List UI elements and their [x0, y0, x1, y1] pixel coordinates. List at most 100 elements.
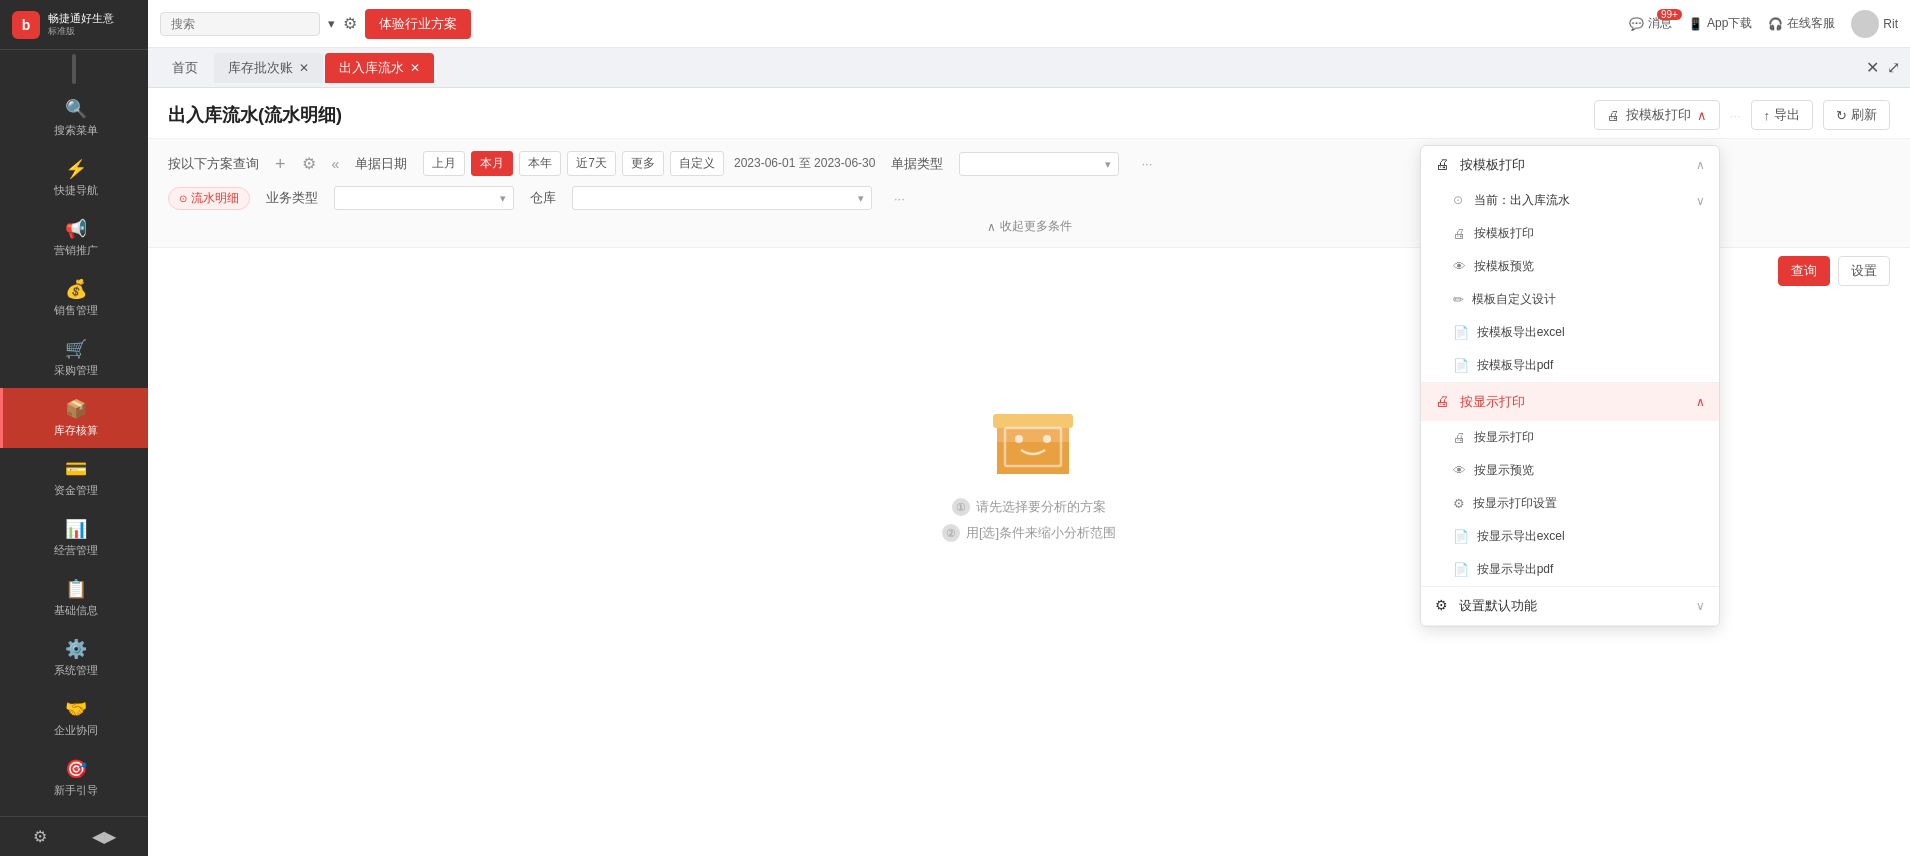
template-print-btn[interactable]: 🖨 按模板打印 ∧: [1594, 100, 1720, 130]
sidebar-item-quicknav[interactable]: ⚡ 快捷导航: [0, 148, 148, 208]
filter-scheme-label: 按以下方案查询: [168, 155, 259, 173]
chevron-down-icon: ▾: [328, 16, 335, 31]
date-custom-btn[interactable]: 自定义: [670, 151, 724, 176]
dp-excel-icon: 📄: [1453, 325, 1469, 340]
sidebar-item-collab[interactable]: 🤝 企业协同: [0, 688, 148, 748]
page-actions: 🖨 按模板打印 ∧ 🖨 按模板打印: [1594, 100, 1890, 130]
voucher-type-label: 单据类型: [891, 155, 943, 173]
printer-header-icon: 🖨: [1435, 156, 1449, 172]
sidebar-item-system[interactable]: ⚙️ 系统管理: [0, 628, 148, 688]
top-header: ▾ ⚙ 体验行业方案 💬 消息 99+ 📱 App下载 🎧 在线客服 Rit: [148, 0, 1910, 48]
sidebar-item-marketing[interactable]: 📢 营销推广: [0, 208, 148, 268]
tab-flow-label: 出入库流水: [339, 59, 404, 77]
header-search-input[interactable]: [160, 12, 320, 36]
warehouse-more[interactable]: ···: [888, 191, 911, 206]
dp-default-header[interactable]: ⚙ 设置默认功能 ∨: [1421, 587, 1719, 625]
sidebar-label-basic: 基础信息: [54, 603, 98, 618]
dp-default-arrow: ∨: [1696, 599, 1705, 613]
empty-step1-text: 请先选择要分析的方案: [976, 498, 1106, 516]
dp-template-header[interactable]: 🖨 按模板打印 ∧: [1421, 146, 1719, 184]
warehouse-label: 仓库: [530, 189, 556, 207]
online-service-btn[interactable]: 🎧 在线客服: [1768, 15, 1835, 32]
dp-display-preview-item[interactable]: 👁 按显示预览: [1421, 454, 1719, 487]
sidebar-item-basic[interactable]: 📋 基础信息: [0, 568, 148, 628]
dp-current-label: 当前：出入库流水: [1474, 193, 1570, 207]
date-7days-btn[interactable]: 近7天: [567, 151, 616, 176]
voucher-type-select[interactable]: [959, 152, 1119, 176]
tab-home[interactable]: 首页: [158, 53, 212, 83]
sidebar-item-guide[interactable]: 🎯 新手引导: [0, 748, 148, 808]
dp-pdf-icon: 📄: [1453, 358, 1469, 373]
settings-footer-icon[interactable]: ⚙: [33, 827, 47, 846]
sidebar-item-sales[interactable]: 💰 销售管理: [0, 268, 148, 328]
empty-svg: [979, 374, 1089, 484]
tab-flow-close[interactable]: ✕: [410, 61, 420, 75]
voucher-type-select-wrap: [959, 152, 1119, 176]
display-printer-icon: 🖨: [1435, 393, 1449, 409]
tab-bar: 首页 库存批次账 ✕ 出入库流水 ✕ ✕ ⤢: [148, 48, 1910, 88]
header-gear-icon[interactable]: ⚙: [343, 14, 357, 33]
date-this-year-btn[interactable]: 本年: [519, 151, 561, 176]
marketing-icon: 📢: [65, 218, 87, 240]
phone-icon: 📱: [1688, 17, 1703, 31]
dp-display-preview-icon: 👁: [1453, 463, 1466, 478]
dp-template-print-item[interactable]: 🖨 按模板打印: [1421, 217, 1719, 250]
dp-template-custom-item[interactable]: ✏ 模板自定义设计: [1421, 283, 1719, 316]
user-avatar-btn[interactable]: Rit: [1851, 10, 1898, 38]
export-icon: ↑: [1764, 108, 1771, 123]
tab-maximize-icon[interactable]: ⤢: [1887, 58, 1900, 77]
sidebar-item-apps[interactable]: 📱 应用中心: [0, 808, 148, 816]
export-btn[interactable]: ↑ 导出: [1751, 100, 1814, 130]
dp-display-header[interactable]: 🖨 按显示打印 ∧: [1421, 383, 1719, 421]
refresh-icon: ↻: [1836, 108, 1847, 123]
add-filter-btn[interactable]: +: [275, 155, 286, 173]
sidebar-item-purchase[interactable]: 🛒 采购管理: [0, 328, 148, 388]
default-settings-icon: ⚙: [1435, 597, 1448, 613]
voucher-type-more[interactable]: ···: [1135, 156, 1158, 171]
refresh-btn[interactable]: ↻ 刷新: [1823, 100, 1890, 130]
dp-template-preview-item[interactable]: 👁 按模板预览: [1421, 250, 1719, 283]
collapse-sidebar-icon[interactable]: ◀▶: [92, 827, 116, 846]
dp-template-label: 按模板打印: [1460, 157, 1525, 172]
dp-display-excel-item[interactable]: 📄 按显示导出excel: [1421, 520, 1719, 553]
header-dropdown-btn[interactable]: ▾: [328, 16, 335, 31]
sidebar-item-inventory[interactable]: 📦 库存核算: [0, 388, 148, 448]
dp-display-arrow: ∧: [1696, 395, 1705, 409]
filter-settings-btn[interactable]: ⚙: [302, 154, 316, 173]
query-btn[interactable]: 查询: [1778, 256, 1830, 286]
quicknav-icon: ⚡: [65, 158, 87, 180]
dp-template-pdf-item[interactable]: 📄 按模板导出pdf: [1421, 349, 1719, 382]
online-service-label: 在线客服: [1787, 15, 1835, 32]
app-download-btn[interactable]: 📱 App下载: [1688, 15, 1752, 32]
tab-close-all-icon[interactable]: ✕: [1866, 58, 1879, 77]
message-btn[interactable]: 💬 消息 99+: [1629, 15, 1672, 32]
tab-batch[interactable]: 库存批次账 ✕: [214, 53, 323, 83]
tab-batch-close[interactable]: ✕: [299, 61, 309, 75]
dp-display-print-item[interactable]: 🖨 按显示打印: [1421, 421, 1719, 454]
filter-collapse-btn[interactable]: «: [332, 156, 340, 172]
page-title: 出入库流水(流水明细): [168, 103, 342, 127]
sidebar-item-operations[interactable]: 📊 经营管理: [0, 508, 148, 568]
tab-flow[interactable]: 出入库流水 ✕: [325, 53, 434, 83]
biz-type-select[interactable]: [334, 186, 514, 210]
sidebar-item-search[interactable]: 🔍 搜索菜单: [0, 88, 148, 148]
date-filter-controls: 上月 本月 本年 近7天 更多 自定义 2023-06-01 至 2023-06…: [423, 151, 875, 176]
sidebar-label-finance: 资金管理: [54, 483, 98, 498]
dp-display-settings-item[interactable]: ⚙ 按显示打印设置: [1421, 487, 1719, 520]
dp-template-arrow: ∧: [1696, 158, 1705, 172]
date-this-month-btn[interactable]: 本月: [471, 151, 513, 176]
avatar: [1851, 10, 1879, 38]
svg-point-5: [1043, 435, 1051, 443]
dp-printer-icon: 🖨: [1453, 226, 1466, 241]
warehouse-select[interactable]: [572, 186, 872, 210]
dp-template-custom-label: 模板自定义设计: [1472, 291, 1556, 308]
date-last-month-btn[interactable]: 上月: [423, 151, 465, 176]
dp-display-pdf-item[interactable]: 📄 按显示导出pdf: [1421, 553, 1719, 586]
date-more-btn[interactable]: 更多: [622, 151, 664, 176]
settings-btn[interactable]: 设置: [1838, 256, 1890, 286]
dp-display-pdf-icon: 📄: [1453, 562, 1469, 577]
dp-template-excel-item[interactable]: 📄 按模板导出excel: [1421, 316, 1719, 349]
svg-point-4: [1015, 435, 1023, 443]
sidebar-item-finance[interactable]: 💳 资金管理: [0, 448, 148, 508]
trial-btn[interactable]: 体验行业方案: [365, 9, 471, 39]
